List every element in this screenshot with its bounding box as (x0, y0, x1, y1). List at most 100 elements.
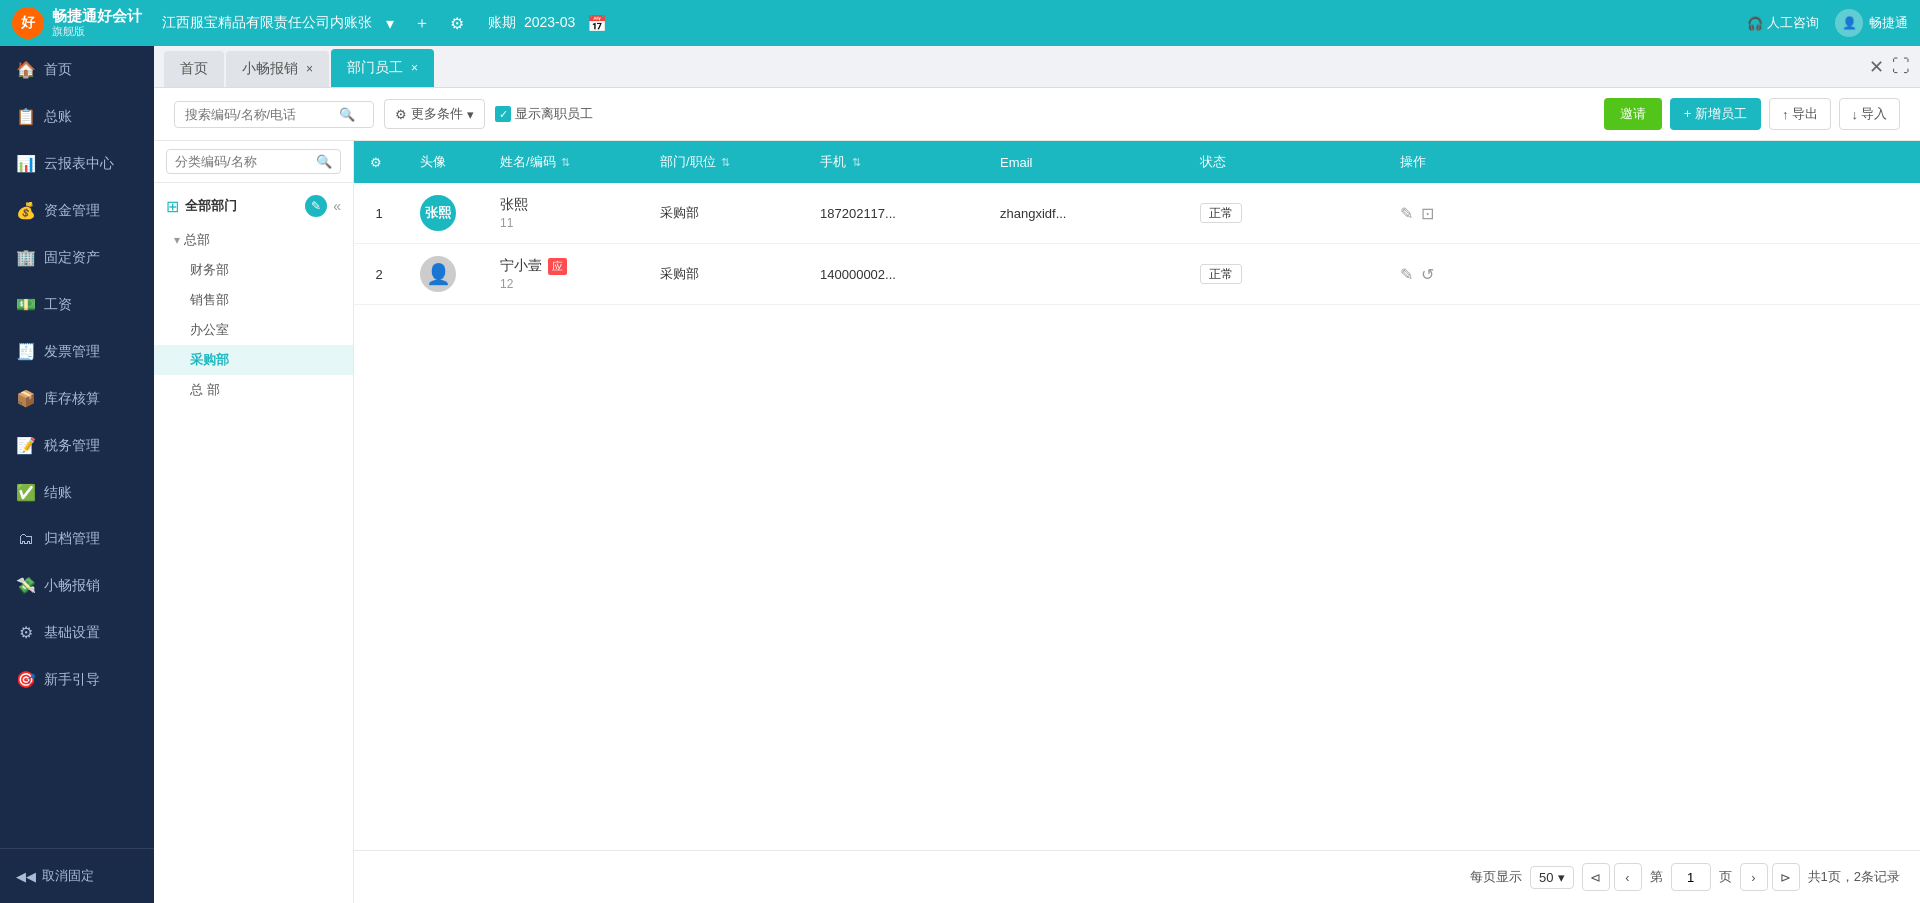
pagination: 每页显示 50 ▾ ⊲ ‹ 第 页 › ⊳ (354, 850, 1920, 903)
toolbar: 🔍 ⚙ 更多条件 ▾ ✓ 显示离职员工 邀请 + 新增员工 (154, 88, 1920, 141)
col-action: 操作 (1384, 141, 1920, 183)
service-button[interactable]: 🎧 人工咨询 (1747, 14, 1819, 32)
edit-icon[interactable]: ✎ (1400, 265, 1413, 284)
tab-expand-icon[interactable]: ⛶ (1892, 56, 1910, 77)
filter-button[interactable]: ⚙ 更多条件 ▾ (384, 99, 485, 129)
sidebar-item-tax[interactable]: 📝 税务管理 (0, 422, 154, 469)
dept-item-finance[interactable]: 财务部 (154, 255, 353, 285)
sidebar-item-home[interactable]: 🏠 首页 (0, 46, 154, 93)
payroll-icon: 💵 (16, 295, 36, 314)
logo-icon: 好 (12, 7, 44, 39)
invite-button[interactable]: 邀请 (1604, 98, 1662, 130)
add-employee-button[interactable]: + 新增员工 (1670, 98, 1761, 130)
refresh-icon[interactable]: ↺ (1421, 265, 1434, 284)
sidebar-item-closing[interactable]: ✅ 结账 (0, 469, 154, 516)
prev-page-btn[interactable]: ‹ (1614, 863, 1642, 891)
dept-search-icon[interactable]: 🔍 (316, 154, 332, 169)
sidebar-item-guide[interactable]: 🎯 新手引导 (0, 656, 154, 703)
row1-avatar-cell: 张熙 (404, 183, 484, 244)
table-panel: ⚙ 头像 姓名/编码 ⇅ 部门/职位 ⇅ (354, 141, 1920, 903)
assets-icon: 🏢 (16, 248, 36, 267)
tab-expense[interactable]: 小畅报销 × (226, 51, 329, 87)
dept-item-purchase[interactable]: 采购部 (154, 345, 353, 375)
dept-all-row[interactable]: ⊞ 全部部门 ✎ « (154, 187, 353, 225)
tax-icon: 📝 (16, 436, 36, 455)
col-phone: 手机 ⇅ (804, 141, 984, 183)
sidebar-item-settings[interactable]: ⚙ 基础设置 (0, 609, 154, 656)
toolbar-right: 邀请 + 新增员工 ↑ 导出 ↓ 导入 (1604, 98, 1900, 130)
dept-collapse-icon[interactable]: « (333, 198, 341, 214)
main-layout: 🏠 首页 📋 总账 📊 云报表中心 💰 资金管理 🏢 固定资产 💵 工资 🧾 发… (0, 46, 1920, 903)
dept-search-input[interactable] (175, 154, 305, 169)
search-box: 🔍 (174, 101, 374, 128)
company-dropdown-icon[interactable]: ▾ (380, 12, 400, 35)
sidebar-item-inventory[interactable]: 📦 库存核算 (0, 375, 154, 422)
sidebar-item-fixed-assets[interactable]: 🏢 固定资产 (0, 234, 154, 281)
name-with-badge: 宁小壹 应 (500, 257, 628, 275)
sort-phone-icon[interactable]: ⇅ (852, 156, 861, 168)
row1-dept-cell: 采购部 (644, 183, 804, 244)
page-input[interactable] (1671, 863, 1711, 891)
unpin-icon: ◀◀ (16, 869, 36, 884)
ying-badge: 应 (548, 258, 567, 275)
per-page-label: 每页显示 (1470, 868, 1522, 886)
dept-edit-icon[interactable]: ✎ (305, 195, 327, 217)
row1-index: 1 (354, 183, 404, 244)
tab-home[interactable]: 首页 (164, 51, 224, 87)
data-table: ⚙ 头像 姓名/编码 ⇅ 部门/职位 ⇅ (354, 141, 1920, 183)
filter-icon: ⚙ (395, 107, 407, 122)
page-label: 第 (1650, 868, 1663, 886)
sidebar-item-reports[interactable]: 📊 云报表中心 (0, 140, 154, 187)
sort-dept-icon[interactable]: ⇅ (721, 156, 730, 168)
last-page-btn[interactable]: ⊳ (1772, 863, 1800, 891)
page-size-select[interactable]: 50 ▾ (1530, 866, 1573, 889)
edit-icon[interactable]: ✎ (1400, 204, 1413, 223)
period-label: 账期 2023-03 (488, 14, 575, 32)
search-icon[interactable]: 🔍 (339, 107, 355, 122)
dept-arrow-icon: ▾ (174, 233, 180, 247)
sidebar-item-invoice[interactable]: 🧾 发票管理 (0, 328, 154, 375)
sidebar-item-archive[interactable]: 🗂 归档管理 (0, 516, 154, 562)
middle-layout: 🔍 ⊞ 全部部门 ✎ « (154, 141, 1920, 903)
dept-item-sales[interactable]: 销售部 (154, 285, 353, 315)
unpin-button[interactable]: ◀◀ 取消固定 (0, 859, 154, 893)
tab-dept-employee[interactable]: 部门员工 × (331, 49, 434, 87)
page-nav: ⊲ ‹ 第 页 › ⊳ (1582, 863, 1800, 891)
sidebar-item-funds[interactable]: 💰 资金管理 (0, 187, 154, 234)
app-edition: 旗舰版 (52, 25, 142, 38)
settings-nav-icon: ⚙ (16, 623, 36, 642)
show-resigned-checkbox[interactable]: ✓ 显示离职员工 (495, 105, 593, 123)
page-total: 共1页，2条记录 (1808, 868, 1900, 886)
next-page-btn[interactable]: › (1740, 863, 1768, 891)
row2-action-cell: ✎ ↺ (1384, 244, 1920, 305)
tab-dept-close[interactable]: × (411, 61, 418, 75)
dept-group-header-general[interactable]: ▾ 总部 (154, 225, 353, 255)
add-company-icon[interactable]: ＋ (408, 11, 436, 36)
tab-expense-close[interactable]: × (306, 62, 313, 76)
page-size-chevron: ▾ (1558, 870, 1565, 885)
sort-name-icon[interactable]: ⇅ (561, 156, 570, 168)
export-button[interactable]: ↑ 导出 (1769, 98, 1831, 130)
import-button[interactable]: ↓ 导入 (1839, 98, 1901, 130)
sidebar-item-payroll[interactable]: 💵 工资 (0, 281, 154, 328)
dept-item-head[interactable]: 总 部 (154, 375, 353, 405)
settings-icon[interactable]: ⚙ (444, 12, 470, 35)
user-area[interactable]: 👤 畅捷通 (1835, 9, 1908, 37)
headset-icon: 🎧 (1747, 16, 1763, 31)
page-content: 🔍 ⚙ 更多条件 ▾ ✓ 显示离职员工 邀请 + 新增员工 (154, 88, 1920, 903)
top-header: 好 畅捷通好会计 旗舰版 江西服宝精品有限责任公司内账张 ▾ ＋ ⚙ 账期 20… (0, 0, 1920, 46)
tab-close-icon[interactable]: ✕ (1869, 56, 1884, 78)
dept-item-office[interactable]: 办公室 (154, 315, 353, 345)
first-page-btn[interactable]: ⊲ (1582, 863, 1610, 891)
logout-icon[interactable]: ⊡ (1421, 204, 1434, 223)
avatar: 张熙 (420, 195, 456, 231)
col-email: Email (984, 141, 1184, 183)
row1-name-cell: 张熙 11 (484, 183, 644, 244)
company-name: 江西服宝精品有限责任公司内账张 (162, 14, 372, 32)
dept-search-inner: 🔍 (166, 149, 341, 174)
sidebar-item-expense[interactable]: 💸 小畅报销 (0, 562, 154, 609)
search-input[interactable] (185, 107, 335, 122)
calendar-icon[interactable]: 📅 (587, 14, 607, 33)
table-settings-icon[interactable]: ⚙ (370, 155, 382, 170)
sidebar-item-general-ledger[interactable]: 📋 总账 (0, 93, 154, 140)
